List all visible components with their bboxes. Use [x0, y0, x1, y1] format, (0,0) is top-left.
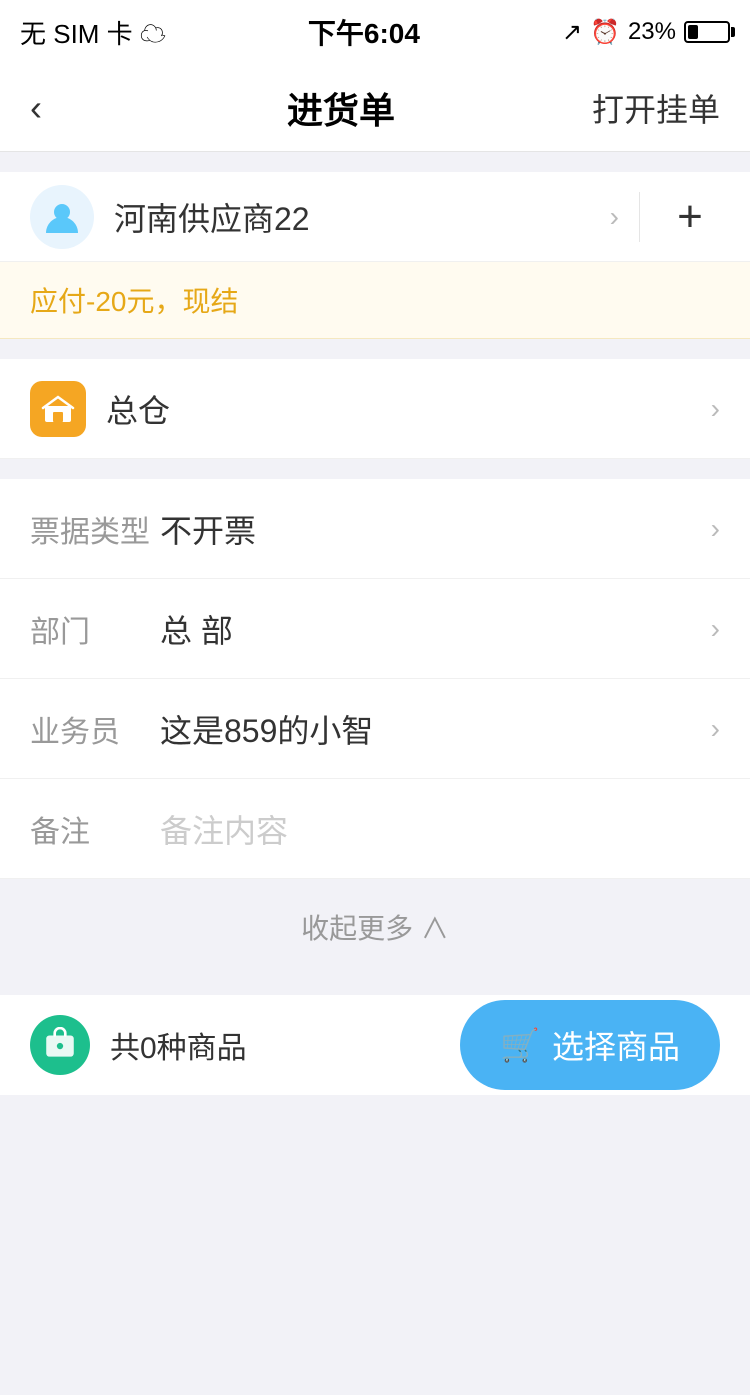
status-time: 下午6:04 [308, 12, 420, 52]
product-count: 共0种商品 [110, 1023, 460, 1067]
ticket-type-value: 不开票 [160, 506, 701, 552]
section-gap-3 [0, 459, 750, 479]
supplier-name: 河南供应商22 [114, 194, 600, 240]
select-product-icon: 🛒 [500, 1026, 540, 1064]
warehouse-icon-bg [30, 381, 86, 437]
salesperson-row[interactable]: 业务员 这是859的小智 › [0, 679, 750, 779]
remark-label: 备注 [30, 807, 160, 851]
supplier-divider [639, 192, 640, 242]
open-pending-button[interactable]: 打开挂单 [592, 85, 720, 131]
ticket-type-row[interactable]: 票据类型 不开票 › [0, 479, 750, 579]
ticket-type-label: 票据类型 [30, 507, 160, 551]
warehouse-name: 总仓 [106, 386, 701, 432]
department-label: 部门 [30, 607, 160, 651]
battery-icon [684, 21, 730, 43]
status-left: 无 SIM 卡 ☁ [20, 14, 166, 51]
product-icon [30, 1015, 90, 1075]
form-fields-card: 票据类型 不开票 › 部门 总 部 › 业务员 这是859的小智 › 备注 备注… [0, 479, 750, 879]
select-product-button[interactable]: 🛒 选择商品 [460, 1000, 720, 1090]
notice-banner: 应付-20元，现结 [0, 262, 750, 339]
battery-percent: 23% [628, 18, 676, 46]
section-gap-1 [0, 152, 750, 172]
page-title: 进货单 [287, 82, 395, 134]
department-chevron-icon: › [711, 613, 720, 645]
supplier-chevron-icon: › [610, 201, 619, 233]
add-supplier-button[interactable]: + [660, 192, 720, 242]
salesperson-chevron-icon: › [711, 713, 720, 745]
department-row[interactable]: 部门 总 部 › [0, 579, 750, 679]
collapse-button[interactable]: 收起更多 ∧ [0, 879, 750, 975]
status-bar: 无 SIM 卡 ☁ 下午6:04 ↗ ⏰ 23% [0, 0, 750, 64]
remark-row[interactable]: 备注 备注内容 [0, 779, 750, 879]
supplier-avatar [30, 185, 94, 249]
section-gap-2 [0, 339, 750, 359]
status-right: ↗ ⏰ 23% [562, 18, 730, 47]
network-status: 无 SIM 卡 ☁ [20, 14, 166, 51]
salesperson-label: 业务员 [30, 707, 160, 751]
select-product-label: 选择商品 [552, 1022, 680, 1068]
bottom-bar: 共0种商品 🛒 选择商品 [0, 995, 750, 1095]
supplier-row[interactable]: 河南供应商22 › + [0, 172, 750, 262]
warehouse-chevron-icon: › [711, 393, 720, 425]
warehouse-row[interactable]: 总仓 › [0, 359, 750, 459]
department-value: 总 部 [160, 606, 701, 652]
salesperson-value: 这是859的小智 [160, 706, 701, 752]
supplier-section: 河南供应商22 › + 应付-20元，现结 [0, 172, 750, 339]
back-button[interactable]: ‹ [30, 87, 90, 129]
remark-placeholder[interactable]: 备注内容 [160, 806, 720, 852]
location-icon: ↗ [562, 18, 582, 47]
ticket-type-chevron-icon: › [711, 513, 720, 545]
alarm-icon: ⏰ [590, 18, 620, 47]
nav-bar: ‹ 进货单 打开挂单 [0, 64, 750, 152]
background-fill [0, 1095, 750, 1395]
